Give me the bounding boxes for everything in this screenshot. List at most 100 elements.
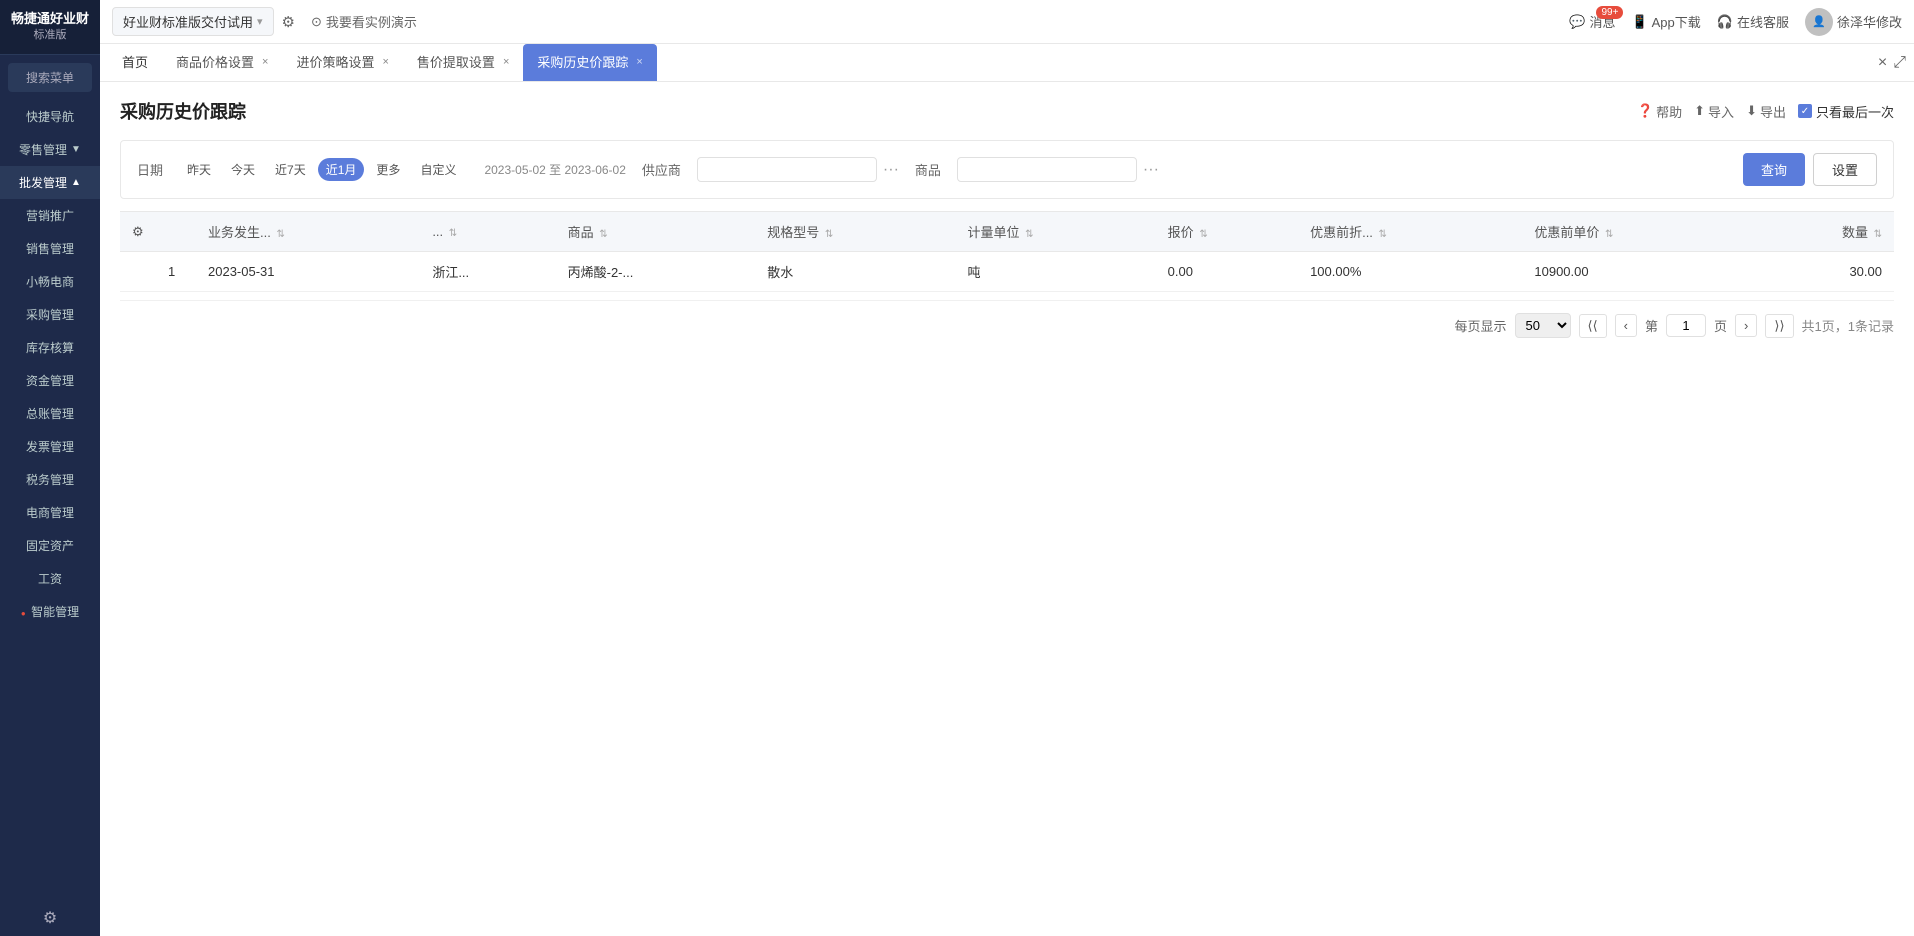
filter-actions: 查询 设置 [1743, 153, 1877, 186]
user-menu[interactable]: 👤 徐泽华修改 [1805, 8, 1902, 36]
col-seq [156, 212, 196, 252]
tab-home[interactable]: 首页 [108, 44, 162, 81]
date-option-today[interactable]: 今天 [223, 158, 263, 181]
sidebar-item-inventory[interactable]: 库存核算 [0, 331, 100, 364]
page-header: 采购历史价跟踪 ❓ 帮助 ⬆ 导入 ⬇ 导出 [120, 98, 1894, 124]
sidebar-item-marketing[interactable]: 营销推广 [0, 199, 100, 232]
next-page-button[interactable]: › [1735, 314, 1757, 337]
export-link[interactable]: ⬇ 导出 [1746, 102, 1786, 121]
topbar-settings-icon[interactable]: ⚙ [282, 13, 295, 31]
only-last-checkbox-label[interactable]: 只看最后一次 [1798, 102, 1894, 121]
first-page-button[interactable]: ⟨⟨ [1579, 314, 1607, 338]
settings-button[interactable]: 设置 [1813, 153, 1877, 186]
sidebar-settings-button[interactable]: ⚙ [43, 908, 57, 928]
per-page-select[interactable]: 50 20 100 200 [1515, 313, 1571, 338]
app-download-button[interactable]: 📱 App下载 [1631, 12, 1700, 31]
sidebar-item-finance[interactable]: 资金管理 [0, 364, 100, 397]
col-quantity[interactable]: 数量 ⇅ [1752, 212, 1894, 252]
row-prediscount-cell: 10900.00 [1522, 252, 1751, 292]
sidebar-item-wholesale[interactable]: 批发管理 ▲ [0, 166, 100, 199]
col-quote[interactable]: 报价 ⇅ [1156, 212, 1298, 252]
sidebar-item-purchase[interactable]: 采购管理 [0, 298, 100, 331]
row-quote-cell: 0.00 [1156, 252, 1298, 292]
row-quote-unit-cell: 吨 [955, 252, 1155, 292]
sidebar-search-area[interactable]: 搜索菜单 [0, 55, 100, 100]
goods-select-area: ··· [957, 157, 1159, 182]
sidebar-item-sales[interactable]: 销售管理 [0, 232, 100, 265]
col-discount[interactable]: 优惠前折... ⇅ [1298, 212, 1522, 252]
tab-price-setting[interactable]: 商品价格设置 × [162, 44, 282, 81]
row-goods-cell: 丙烯酸-2-... [556, 252, 756, 292]
supplier-more-icon[interactable]: ··· [883, 161, 899, 179]
goods-more-icon[interactable]: ··· [1143, 161, 1159, 179]
sidebar-item-invoice[interactable]: 发票管理 [0, 430, 100, 463]
tab-close-button[interactable]: × [1878, 54, 1887, 72]
prev-page-button[interactable]: ‹ [1615, 314, 1637, 337]
tab-sale-extract-close-icon[interactable]: × [503, 56, 509, 68]
page-input[interactable] [1666, 314, 1706, 337]
sidebar-item-salary[interactable]: 工资 [0, 562, 100, 595]
version-dropdown[interactable]: 好业财标准版交付试用 ▾ [112, 7, 274, 36]
supplier-select-area: ··· [697, 157, 899, 182]
date-option-more[interactable]: 更多 [368, 158, 408, 181]
only-last-checkbox[interactable] [1798, 104, 1812, 118]
date-option-custom[interactable]: 自定义 [412, 158, 464, 181]
help-icon: ❓ [1637, 103, 1653, 119]
date-option-week[interactable]: 近7天 [267, 158, 314, 181]
dropdown-arrow-icon: ▾ [257, 15, 263, 28]
page-content: 采购历史价跟踪 ❓ 帮助 ⬆ 导入 ⬇ 导出 [100, 82, 1914, 936]
data-table: ⚙ 业务发生... ⇅ ... ⇅ 商品 ⇅ [120, 211, 1894, 292]
last-page-button[interactable]: ⟩⟩ [1765, 314, 1793, 338]
tab-purchase-history-close-icon[interactable]: × [636, 56, 642, 68]
row-date-cell: 2023-05-31 [196, 252, 420, 292]
goods-input[interactable] [957, 157, 1137, 182]
tab-expand-button[interactable]: ⤢ [1893, 54, 1906, 72]
table-settings-icon[interactable]: ⚙ [132, 224, 144, 239]
search-menu-button[interactable]: 搜索菜单 [8, 63, 92, 92]
tabs-bar: 首页 商品价格设置 × 进价策略设置 × 售价提取设置 × 采购历史价跟踪 × … [100, 44, 1914, 82]
query-button[interactable]: 查询 [1743, 153, 1805, 186]
sort-goods-icon: ⇅ [825, 229, 833, 240]
app-edition: 标准版 [8, 28, 92, 43]
headset-icon: 🎧 [1717, 14, 1733, 30]
messages-badge: 99+ [1596, 6, 1623, 19]
sort-prediscount-icon: ⇅ [1605, 229, 1613, 240]
sidebar-item-retail[interactable]: 零售管理 ▼ [0, 133, 100, 166]
help-link[interactable]: ❓ 帮助 [1637, 102, 1682, 121]
sidebar-item-ecommerce-small[interactable]: 小畅电商 [0, 265, 100, 298]
sidebar-item-quick-nav[interactable]: 快捷导航 [0, 100, 100, 133]
sidebar-item-tax[interactable]: 税务管理 [0, 463, 100, 496]
col-supplier[interactable]: 商品 ⇅ [556, 212, 756, 252]
col-pre-discount-price[interactable]: 优惠前单价 ⇅ [1522, 212, 1751, 252]
total-info: 共1页，1条记录 [1802, 316, 1894, 335]
row-supplier-cell: 浙江... [420, 252, 555, 292]
user-name: 徐泽华修改 [1837, 12, 1902, 31]
col-unit[interactable]: 计量单位 ⇅ [955, 212, 1155, 252]
col-goods[interactable]: 规格型号 ⇅ [755, 212, 955, 252]
wholesale-arrow-icon: ▲ [71, 177, 81, 188]
tab-sale-extract[interactable]: 售价提取设置 × [403, 44, 523, 81]
sidebar-item-ecommerce[interactable]: 电商管理 [0, 496, 100, 529]
date-options: 昨天 今天 近7天 近1月 更多 自定义 [179, 158, 464, 181]
online-service-button[interactable]: 🎧 在线客服 [1717, 12, 1789, 31]
tab-purchase-strategy-close-icon[interactable]: × [382, 56, 388, 68]
supplier-label: 供应商 [642, 160, 681, 179]
col-settings[interactable]: ⚙ [120, 212, 156, 252]
tab-price-setting-close-icon[interactable]: × [262, 56, 268, 68]
tabs-right-actions: × ⤢ [1878, 54, 1906, 72]
supplier-input[interactable] [697, 157, 877, 182]
date-option-yesterday[interactable]: 昨天 [179, 158, 219, 181]
col-date[interactable]: 业务发生... ⇅ [196, 212, 420, 252]
sort-date-icon: ⇅ [276, 229, 284, 240]
sidebar-item-fixed-assets[interactable]: 固定资产 [0, 529, 100, 562]
sidebar-item-smart[interactable]: ● 智能管理 [0, 595, 100, 628]
tab-purchase-strategy[interactable]: 进价策略设置 × [282, 44, 402, 81]
import-link[interactable]: ⬆ 导入 [1694, 102, 1734, 121]
sidebar-item-ledger[interactable]: 总账管理 [0, 397, 100, 430]
sidebar: 畅捷通好业财 标准版 搜索菜单 快捷导航 零售管理 ▼ 批发管理 ▲ 营销推广 … [0, 0, 100, 936]
col-more[interactable]: ... ⇅ [420, 212, 555, 252]
demo-button[interactable]: ⊙ 我要看实例演示 [311, 12, 417, 31]
messages-button[interactable]: 💬 消息 99+ [1569, 12, 1615, 31]
tab-purchase-history[interactable]: 采购历史价跟踪 × [523, 44, 656, 81]
date-option-month[interactable]: 近1月 [318, 158, 365, 181]
